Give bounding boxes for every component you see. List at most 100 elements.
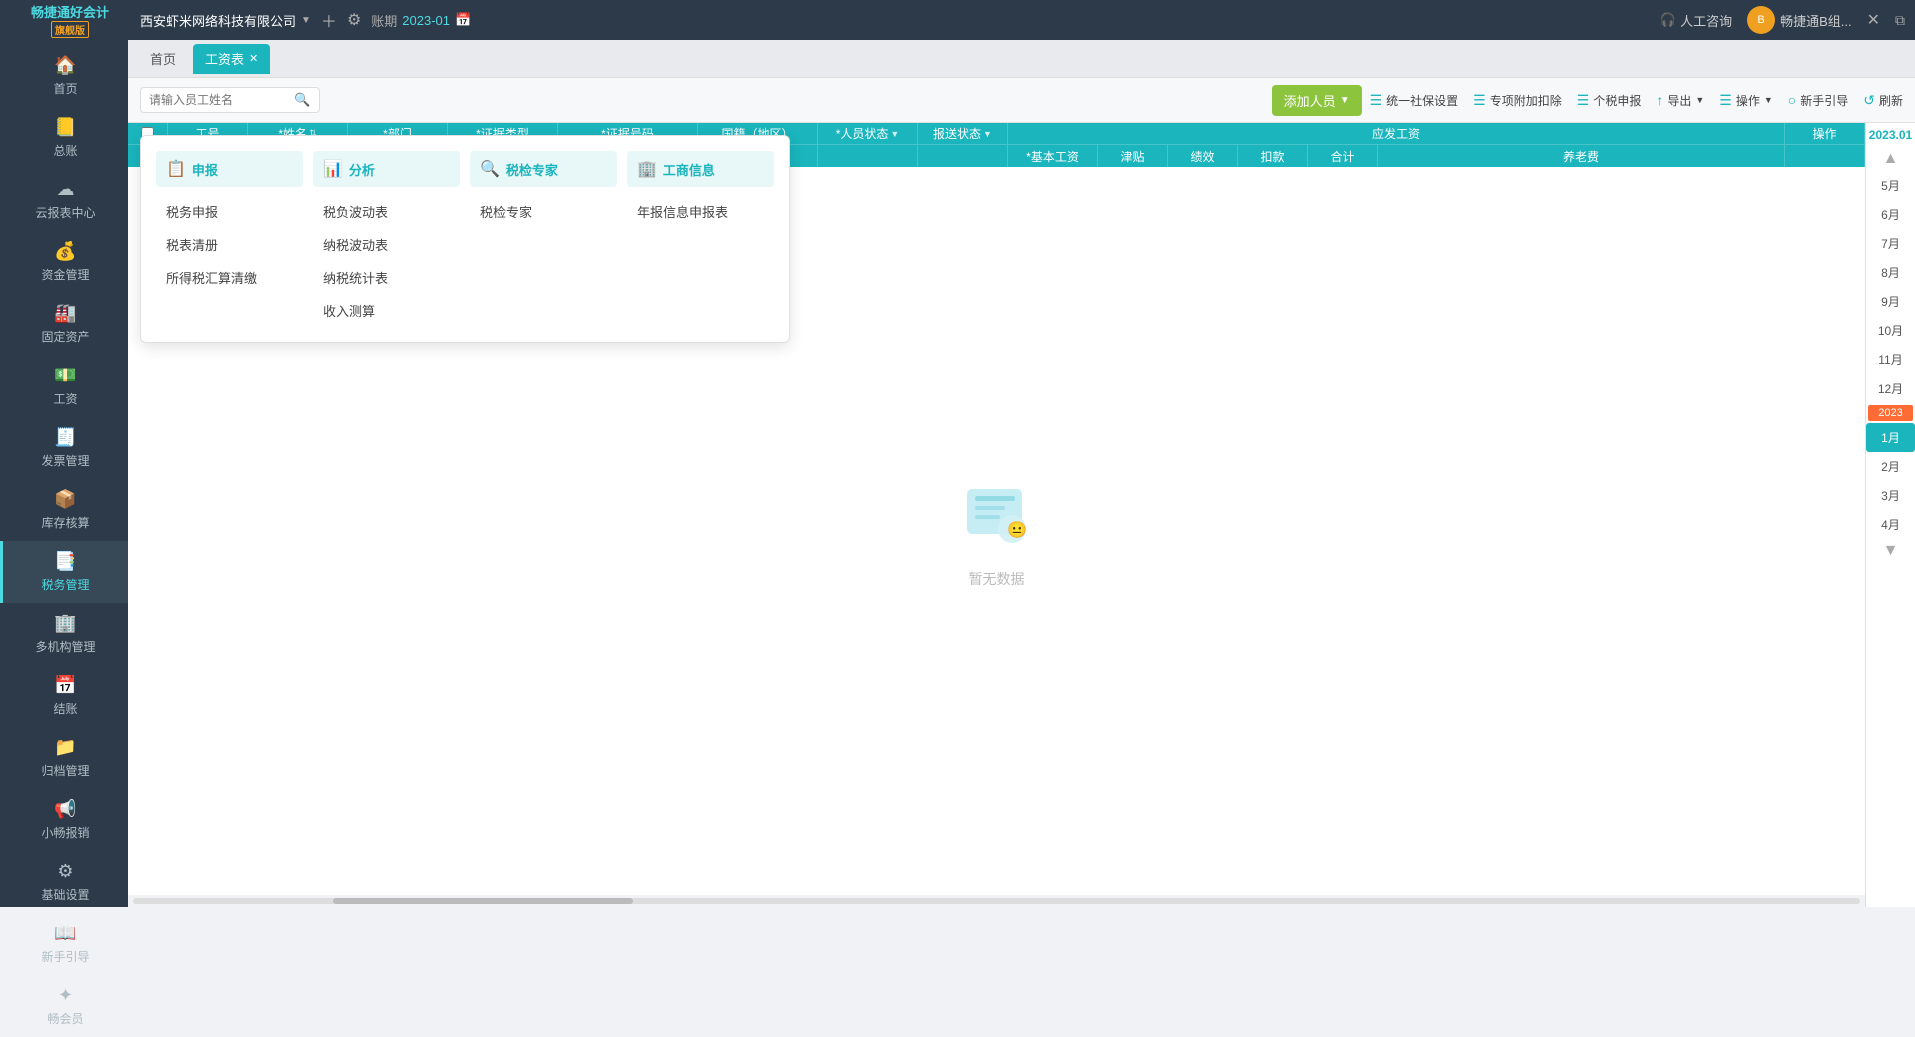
th-op: 操作 <box>1785 123 1865 144</box>
help-btn[interactable]: 🎧 人工咨询 <box>1660 11 1732 30</box>
timeline-month-9[interactable]: 9月 <box>1866 287 1915 316</box>
sidebar-item-home[interactable]: 🏠 首页 <box>0 45 128 107</box>
company-name: 西安虾米网络科技有限公司 <box>140 11 296 30</box>
th-status[interactable]: *人员状态 ▼ <box>818 123 918 144</box>
timeline-month-11[interactable]: 11月 <box>1866 345 1915 374</box>
guide-action[interactable]: ○ 新手引导 <box>1788 92 1848 109</box>
timeline-down-nav[interactable]: ▼ <box>1880 539 1902 563</box>
scrollbar-thumb[interactable] <box>333 898 633 904</box>
refresh-icon: ↺ <box>1863 92 1875 109</box>
tab-close-icon[interactable]: ✕ <box>249 52 258 65</box>
timeline-month-4[interactable]: 4月 <box>1866 510 1915 539</box>
bottom-scrollbar[interactable] <box>128 895 1865 907</box>
timeline-month-8[interactable]: 8月 <box>1866 258 1915 287</box>
salary-tab-label: 工资表 <box>205 49 244 68</box>
fixed-assets-icon: 🏭 <box>54 303 76 324</box>
th-pension: 养老费 <box>1378 145 1785 167</box>
export-label: 导出 <box>1667 92 1691 109</box>
dropdown-menu: 📋 申报 税务申报 税表清册 所得税汇算清缴 📊 分析 税负波动表 纳税波动表 … <box>140 135 790 343</box>
sidebar-item-salary[interactable]: 💵 工资 <box>0 355 128 417</box>
sidebar-item-report-sales[interactable]: 📢 小畅报销 <box>0 789 128 851</box>
add-icon[interactable]: ＋ <box>321 8 337 32</box>
headset-icon: 🎧 <box>1660 12 1676 28</box>
sidebar-item-fixed-assets[interactable]: 🏭 固定资产 <box>0 293 128 355</box>
avatar: B <box>1747 6 1775 34</box>
timeline-month-2[interactable]: 2月 <box>1866 452 1915 481</box>
tax-icon: 📑 <box>54 551 76 572</box>
refresh-action[interactable]: ↺ 刷新 <box>1863 92 1903 109</box>
tax-expert-title: 税检专家 <box>506 160 558 179</box>
menu-item-tax-table[interactable]: 税表清册 <box>156 228 303 261</box>
menu-item-income-estimate[interactable]: 收入测算 <box>313 294 460 327</box>
menu-item-annual-report[interactable]: 年报信息申报表 <box>627 195 774 228</box>
timeline-month-3[interactable]: 3月 <box>1866 481 1915 510</box>
special-deduct-label: 专项附加扣除 <box>1490 92 1562 109</box>
operate-action[interactable]: ☰ 操作 ▼ <box>1719 92 1773 109</box>
fund-icon: 💰 <box>54 241 76 262</box>
salary-icon: 💵 <box>54 365 76 386</box>
search-box[interactable]: 🔍 <box>140 87 320 113</box>
menu-section-declare: 📋 申报 税务申报 税表清册 所得税汇算清缴 <box>156 151 303 327</box>
sidebar-item-inventory[interactable]: 📦 库存核算 <box>0 479 128 541</box>
menu-item-tax-expert[interactable]: 税检专家 <box>470 195 617 228</box>
social-security-action[interactable]: ☰ 统一社保设置 <box>1370 92 1459 109</box>
th-total: 合计 <box>1308 145 1378 167</box>
sidebar-item-basic-settings[interactable]: ⚙ 基础设置 <box>0 851 128 913</box>
tax-report-action[interactable]: ☰ 个税申报 <box>1577 92 1642 109</box>
th-performance: 绩效 <box>1168 145 1238 167</box>
sidebar-item-multi-org[interactable]: 🏢 多机构管理 <box>0 603 128 665</box>
export-action[interactable]: ↑ 导出 ▼ <box>1656 92 1704 109</box>
menu-item-tax-wave[interactable]: 纳税波动表 <box>313 228 460 261</box>
menu-item-tax-fluctuation[interactable]: 税负波动表 <box>313 195 460 228</box>
sidebar-item-guide[interactable]: 📖 新手引导 <box>0 913 128 975</box>
sidebar-item-invoice[interactable]: 🧾 发票管理 <box>0 417 128 479</box>
calendar-icon[interactable]: 📅 <box>455 12 471 28</box>
sidebar-item-ledger[interactable]: 📒 总账 <box>0 107 128 169</box>
menu-item-tax-settle[interactable]: 所得税汇算清缴 <box>156 261 303 294</box>
sidebar-item-archive[interactable]: 📁 归档管理 <box>0 727 128 789</box>
scrollbar-track[interactable] <box>133 898 1860 904</box>
menu-item-tax-report[interactable]: 税务申报 <box>156 195 303 228</box>
special-deduct-action[interactable]: ☰ 专项附加扣除 <box>1473 92 1562 109</box>
timeline-up-nav[interactable]: ▲ <box>1880 147 1902 171</box>
timeline-month-6[interactable]: 6月 <box>1866 200 1915 229</box>
sidebar-item-close[interactable]: 📅 结账 <box>0 665 128 727</box>
report-sales-icon: 📢 <box>54 799 76 820</box>
toolbar-actions: ☰ 统一社保设置 ☰ 专项附加扣除 ☰ 个税申报 ↑ 导出 ▼ ☰ <box>1370 92 1903 109</box>
timeline-month-10[interactable]: 10月 <box>1866 316 1915 345</box>
tab-home[interactable]: 首页 <box>138 44 188 74</box>
th-report-status[interactable]: 报送状态 ▼ <box>918 123 1008 144</box>
search-icon: 🔍 <box>294 92 310 108</box>
timeline-month-5[interactable]: 5月 <box>1866 171 1915 200</box>
sidebar-item-tax[interactable]: 📑 税务管理 <box>0 541 128 603</box>
window-restore-icon[interactable]: ⧉ <box>1895 12 1905 29</box>
inventory-icon: 📦 <box>54 489 76 510</box>
search-input[interactable] <box>149 93 289 107</box>
refresh-label: 刷新 <box>1879 92 1903 109</box>
export-dropdown-icon: ▼ <box>1695 95 1704 105</box>
company-selector[interactable]: 西安虾米网络科技有限公司 ▼ <box>140 11 311 30</box>
tax-report-icon: ☰ <box>1577 92 1590 109</box>
tax-expert-icon: 🔍 <box>480 159 500 179</box>
app-title: 畅捷通好会计 <box>31 2 109 21</box>
close-period-icon: 📅 <box>54 675 76 696</box>
sidebar-item-member[interactable]: ✦ 畅会员 <box>0 975 128 1037</box>
empty-text: 暂无数据 <box>969 569 1025 589</box>
sidebar-item-fund[interactable]: 💰 资金管理 <box>0 231 128 293</box>
timeline-month-12[interactable]: 12月 <box>1866 374 1915 403</box>
timeline-month-7[interactable]: 7月 <box>1866 229 1915 258</box>
sidebar-item-cloud-report[interactable]: ☁ 云报表中心 <box>0 169 128 231</box>
invoice-icon: 🧾 <box>54 427 76 448</box>
timeline-month-1[interactable]: 1月 <box>1866 423 1915 452</box>
tab-salary[interactable]: 工资表 ✕ <box>193 44 270 74</box>
user-info[interactable]: B 畅捷通B组... <box>1747 6 1852 34</box>
window-close-icon[interactable]: ✕ <box>1867 10 1880 30</box>
th-allowance: 津贴 <box>1098 145 1168 167</box>
th-salary-group: 应发工资 <box>1008 123 1785 144</box>
settings-icon[interactable]: ⚙ <box>347 10 361 30</box>
period-label: 账期 <box>371 11 397 30</box>
add-person-button[interactable]: 添加人员 ▼ <box>1272 85 1362 116</box>
menu-item-tax-stats[interactable]: 纳税统计表 <box>313 261 460 294</box>
menu-section-analysis-header: 📊 分析 <box>313 151 460 187</box>
timeline-header: 2023.01 <box>1869 128 1912 142</box>
